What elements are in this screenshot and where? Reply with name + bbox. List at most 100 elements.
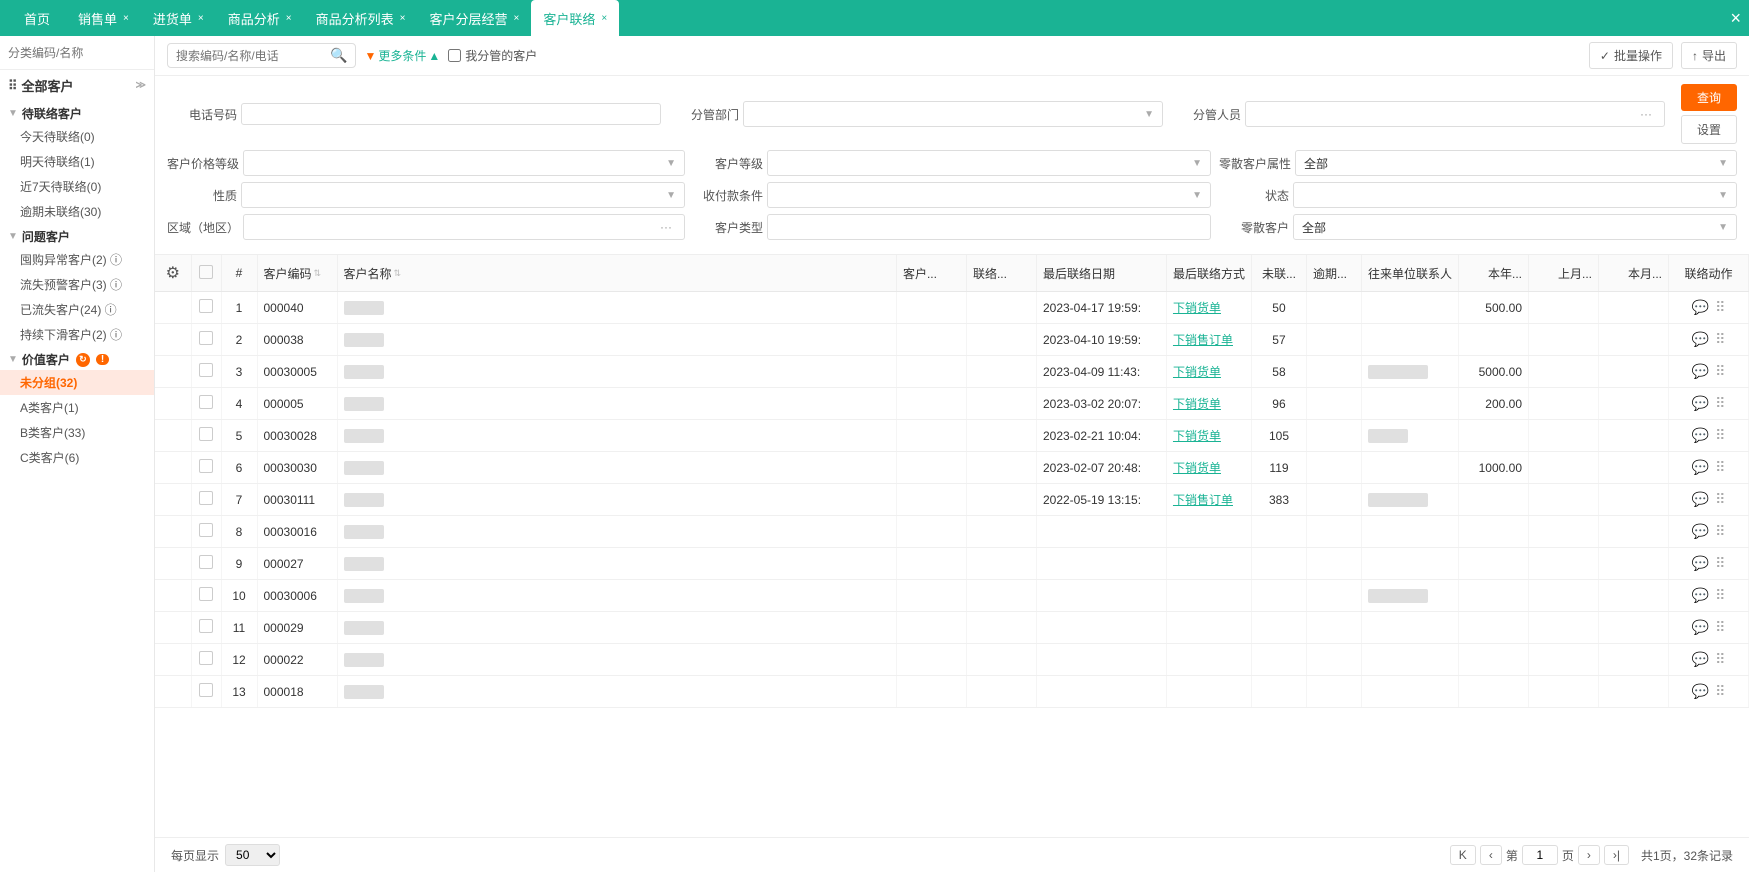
grid-action-icon[interactable]: ⠿ [1715,427,1725,444]
export-btn[interactable]: ↑ 导出 [1681,42,1737,69]
sidebar-item-churn-warning[interactable]: 流失预警客户(3) ⓘ [0,272,154,297]
nature-select[interactable]: ▼ [241,182,685,208]
retail-customer-select[interactable]: 全部 ▼ [1293,214,1737,240]
reset-btn[interactable]: 设置 [1681,115,1737,144]
row-check[interactable] [199,459,213,473]
main-search-input[interactable] [176,49,326,63]
page-input[interactable] [1522,845,1558,865]
close-icon[interactable]: × [198,13,204,24]
gear-icon[interactable]: ⚙ [166,265,180,282]
first-page-btn[interactable]: K [1450,845,1476,865]
query-btn[interactable]: 查询 [1681,84,1737,111]
grid-action-icon[interactable]: ⠿ [1715,587,1725,604]
dept-select[interactable]: ▼ [743,101,1163,127]
row-check[interactable] [199,491,213,505]
close-icon[interactable]: × [601,13,607,24]
method-link[interactable]: 下销售订单 [1173,333,1233,347]
close-icon[interactable]: × [123,13,129,24]
region-select[interactable]: ··· [243,214,685,240]
last-page-btn[interactable]: ›| [1604,845,1629,865]
chat-icon[interactable]: 💬 [1692,427,1709,444]
close-window-icon[interactable]: × [1730,8,1741,29]
chat-icon[interactable]: 💬 [1692,363,1709,380]
row-check[interactable] [199,651,213,665]
tab-customer-contact[interactable]: 客户联络 × [531,0,619,36]
status-select[interactable]: ▼ [1293,182,1737,208]
row-check[interactable] [199,619,213,633]
sidebar-item-today[interactable]: 今天待联络(0) [0,124,154,149]
tab-sales[interactable]: 销售单 × [66,0,141,36]
row-check[interactable] [199,331,213,345]
sidebar-item-class-c[interactable]: C类客户(6) [0,445,154,470]
sidebar-all-customers[interactable]: ⠿ 全部客户 ≫ [0,70,154,101]
method-link[interactable]: 下销货单 [1173,461,1221,475]
sidebar-group-value[interactable]: ▼ 价值客户 ↻ ! [0,347,154,370]
grid-action-icon[interactable]: ⠿ [1715,491,1725,508]
chat-icon[interactable]: 💬 [1692,523,1709,540]
chat-icon[interactable]: 💬 [1692,555,1709,572]
chat-icon[interactable]: 💬 [1692,395,1709,412]
close-icon[interactable]: × [513,13,519,24]
sidebar-item-ungroup[interactable]: 未分组(32) [0,370,154,395]
method-link[interactable]: 下销货单 [1173,397,1221,411]
page-size-select[interactable]: 50 100 200 [225,844,280,866]
row-check[interactable] [199,299,213,313]
grid-action-icon[interactable]: ⠿ [1715,523,1725,540]
grid-action-icon[interactable]: ⠿ [1715,299,1725,316]
row-check[interactable] [199,523,213,537]
chat-icon[interactable]: 💬 [1692,459,1709,476]
sidebar-item-class-b[interactable]: B类客户(33) [0,420,154,445]
chat-icon[interactable]: 💬 [1692,331,1709,348]
chat-icon[interactable]: 💬 [1692,683,1709,700]
sidebar-item-class-a[interactable]: A类客户(1) [0,395,154,420]
method-link[interactable]: 下销售订单 [1173,493,1233,507]
sidebar-group-problem[interactable]: ▼ 问题客户 [0,224,154,247]
select-all-checkbox[interactable] [199,265,213,279]
next-page-btn[interactable]: › [1578,845,1600,865]
row-check[interactable] [199,363,213,377]
tab-purchase[interactable]: 进货单 × [141,0,216,36]
sidebar-item-tomorrow[interactable]: 明天待联络(1) [0,149,154,174]
close-icon[interactable]: × [400,13,406,24]
filter-more-btn[interactable]: ▼ 更多条件 ▲ [364,47,440,64]
tab-home[interactable]: 首页 [8,0,66,36]
batch-op-btn[interactable]: ✓ 批量操作 [1589,42,1673,69]
chat-icon[interactable]: 💬 [1692,299,1709,316]
grid-action-icon[interactable]: ⠿ [1715,619,1725,636]
sidebar-item-declining[interactable]: 持续下滑客户(2) ⓘ [0,322,154,347]
tab-analysis-list[interactable]: 商品分析列表 × [304,0,418,36]
method-link[interactable]: 下销货单 [1173,365,1221,379]
tab-analysis[interactable]: 商品分析 × [216,0,304,36]
my-customers-checkbox[interactable]: 我分管的客户 [448,47,537,64]
customer-type-select[interactable] [767,214,1211,240]
grid-action-icon[interactable]: ⠿ [1715,683,1725,700]
customer-level-select[interactable]: ▼ [767,150,1211,176]
sidebar-search-input[interactable] [8,46,155,60]
retail-attr-select[interactable]: 全部 ▼ [1295,150,1737,176]
sidebar-item-churned[interactable]: 已流失客户(24) ⓘ [0,297,154,322]
tab-customer-segment[interactable]: 客户分层经营 × [417,0,531,36]
grid-action-icon[interactable]: ⠿ [1715,363,1725,380]
prev-page-btn[interactable]: ‹ [1480,845,1502,865]
phone-input[interactable] [241,103,661,125]
chat-icon[interactable]: 💬 [1692,619,1709,636]
row-check[interactable] [199,683,213,697]
grid-action-icon[interactable]: ⠿ [1715,651,1725,668]
grid-action-icon[interactable]: ⠿ [1715,459,1725,476]
price-level-select[interactable]: ▼ [243,150,685,176]
payment-select[interactable]: ▼ [767,182,1211,208]
grid-action-icon[interactable]: ⠿ [1715,395,1725,412]
grid-action-icon[interactable]: ⠿ [1715,331,1725,348]
sidebar-item-7days[interactable]: 近7天待联络(0) [0,174,154,199]
grid-action-icon[interactable]: ⠿ [1715,555,1725,572]
manager-select[interactable]: ··· [1245,101,1665,127]
chat-icon[interactable]: 💬 [1692,651,1709,668]
chat-icon[interactable]: 💬 [1692,587,1709,604]
row-check[interactable] [199,427,213,441]
search-icon[interactable]: 🔍 [330,47,347,64]
row-check[interactable] [199,395,213,409]
method-link[interactable]: 下销货单 [1173,301,1221,315]
sidebar-item-hoarding[interactable]: 囤购异常客户(2) ⓘ [0,247,154,272]
method-link[interactable]: 下销货单 [1173,429,1221,443]
chat-icon[interactable]: 💬 [1692,491,1709,508]
